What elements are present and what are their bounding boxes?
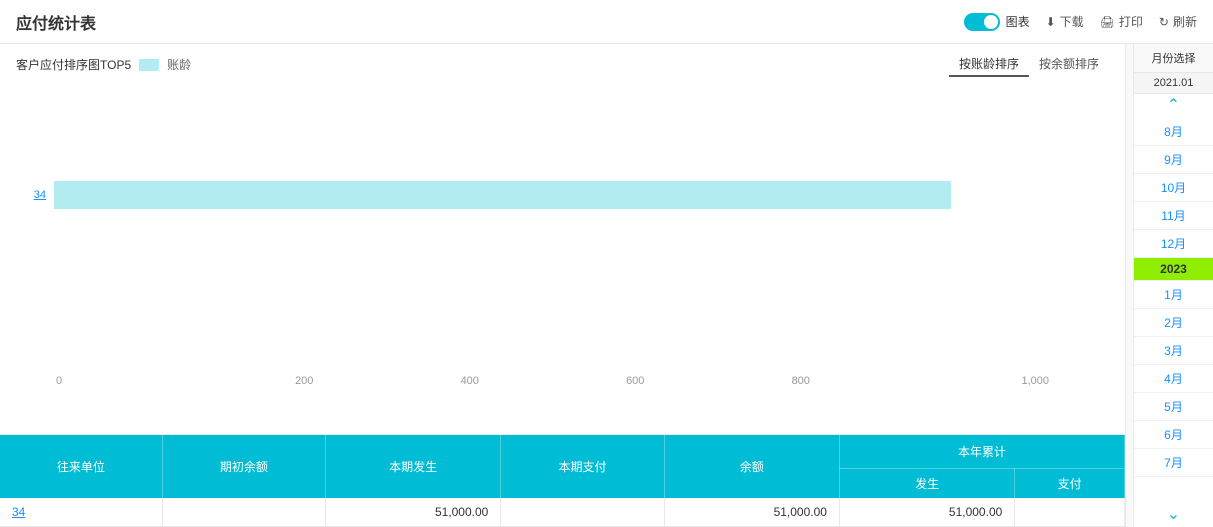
scroll-up-button[interactable]: ⌃ bbox=[1134, 94, 1213, 118]
print-button[interactable]: 🖨 打印 bbox=[1100, 13, 1143, 30]
sidebar-divider bbox=[1125, 44, 1133, 527]
refresh-button[interactable]: ↻ 刷新 bbox=[1159, 13, 1197, 30]
month-item[interactable]: 1月 bbox=[1134, 281, 1213, 309]
col-ytd-payment-header: 支付 bbox=[1015, 469, 1125, 499]
col-current-amount-header: 本期发生 bbox=[326, 435, 501, 498]
col-unit-header: 往来单位 bbox=[0, 435, 162, 498]
month-item[interactable]: 3月 bbox=[1134, 337, 1213, 365]
chart-header: 客户应付排序图TOP5 账龄 按账龄排序 按余额排序 bbox=[0, 44, 1125, 85]
sort-buttons: 按账龄排序 按余额排序 bbox=[949, 52, 1109, 77]
x-axis: 0 200 400 600 800 1,000 bbox=[16, 375, 1109, 387]
legend-main-label: 客户应付排序图TOP5 bbox=[16, 56, 131, 73]
table-header-row: 往来单位 期初余额 本期发生 本期支付 余额 本年累计 bbox=[0, 435, 1125, 469]
print-label: 打印 bbox=[1119, 13, 1143, 30]
cell-balance: 51,000.00 bbox=[664, 498, 839, 527]
col-balance-header: 余额 bbox=[664, 435, 839, 498]
cell-current-amount: 51,000.00 bbox=[326, 498, 501, 527]
table-section: 往来单位 期初余额 本期发生 本期支付 余额 本年累计 发生 支付 bbox=[0, 434, 1125, 527]
x-tick-800: 800 bbox=[718, 375, 884, 387]
download-button[interactable]: ⬇ 下载 bbox=[1046, 13, 1084, 30]
month-item[interactable]: 7月 bbox=[1134, 449, 1213, 477]
month-item[interactable]: 10月 bbox=[1134, 174, 1213, 202]
page-title: 应付统计表 bbox=[16, 10, 96, 34]
sort-by-balance-button[interactable]: 按余额排序 bbox=[1029, 52, 1109, 77]
sidebar: 月份选择 2021.01 ⌃ 8月9月10月11月12月20231月2月3月4月… bbox=[1133, 44, 1213, 527]
x-tick-600: 600 bbox=[553, 375, 719, 387]
month-item[interactable]: 8月 bbox=[1134, 118, 1213, 146]
sidebar-year-input[interactable]: 2021.01 bbox=[1134, 73, 1213, 94]
x-tick-0: 0 bbox=[56, 375, 222, 387]
month-item[interactable]: 5月 bbox=[1134, 393, 1213, 421]
refresh-icon: ↻ bbox=[1159, 15, 1169, 29]
chevron-down-icon: ⌄ bbox=[1167, 507, 1180, 523]
bar-container: 856天 bbox=[54, 181, 1109, 209]
sort-by-age-button[interactable]: 按账龄排序 bbox=[949, 52, 1029, 77]
legend-color-label: 账龄 bbox=[167, 56, 191, 73]
month-item[interactable]: 6月 bbox=[1134, 421, 1213, 449]
month-item[interactable]: 9月 bbox=[1134, 146, 1213, 174]
table-body: 34 51,000.00 51,000.00 51,000.00 bbox=[0, 498, 1125, 527]
chart-toggle-label: 图表 bbox=[1006, 13, 1030, 30]
bar-row-label[interactable]: 34 bbox=[16, 189, 46, 201]
col-ytd-amount-header: 发生 bbox=[839, 469, 1014, 499]
unit-link[interactable]: 34 bbox=[12, 505, 25, 519]
data-table: 往来单位 期初余额 本期发生 本期支付 余额 本年累计 发生 支付 bbox=[0, 435, 1125, 527]
month-item[interactable]: 4月 bbox=[1134, 365, 1213, 393]
chart-toggle-group[interactable]: 图表 bbox=[964, 13, 1030, 31]
scroll-down-button[interactable]: ⌄ bbox=[1134, 503, 1213, 527]
cell-opening bbox=[162, 498, 325, 527]
table-row: 34 51,000.00 51,000.00 51,000.00 bbox=[0, 498, 1125, 527]
month-item[interactable]: 2023 bbox=[1134, 258, 1213, 281]
month-item[interactable]: 11月 bbox=[1134, 202, 1213, 230]
cell-unit: 34 bbox=[0, 498, 162, 527]
cell-ytd-amount: 51,000.00 bbox=[839, 498, 1014, 527]
col-ytd-group-header: 本年累计 bbox=[839, 435, 1124, 469]
x-tick-1000: 1,000 bbox=[884, 375, 1050, 387]
chevron-up-icon: ⌃ bbox=[1167, 98, 1180, 114]
legend-color-box bbox=[139, 59, 159, 71]
col-opening-header: 期初余额 bbox=[162, 435, 325, 498]
refresh-label: 刷新 bbox=[1173, 13, 1197, 30]
chart-bar-row: 34 856天 bbox=[16, 175, 1109, 215]
bar-chart: 34 856天 0 200 400 600 800 bbox=[0, 85, 1125, 434]
cell-current-payment bbox=[501, 498, 664, 527]
x-tick-400: 400 bbox=[387, 375, 553, 387]
col-current-payment-header: 本期支付 bbox=[501, 435, 664, 498]
download-label: 下载 bbox=[1060, 13, 1084, 30]
month-item[interactable]: 12月 bbox=[1134, 230, 1213, 258]
table-wrapper: 往来单位 期初余额 本期发生 本期支付 余额 本年累计 发生 支付 bbox=[0, 435, 1125, 527]
print-icon: 🖨 bbox=[1100, 15, 1115, 29]
sidebar-months: 8月9月10月11月12月20231月2月3月4月5月6月7月 bbox=[1134, 118, 1213, 503]
bar-fill bbox=[54, 181, 951, 209]
chart-toggle-switch[interactable] bbox=[964, 13, 1000, 31]
x-tick-200: 200 bbox=[222, 375, 388, 387]
chart-legend: 客户应付排序图TOP5 账龄 bbox=[16, 56, 191, 73]
header-actions: 图表 ⬇ 下载 🖨 打印 ↻ 刷新 bbox=[964, 13, 1197, 31]
month-item[interactable]: 2月 bbox=[1134, 309, 1213, 337]
download-icon: ⬇ bbox=[1046, 15, 1056, 29]
sidebar-header-label: 月份选择 bbox=[1134, 44, 1213, 73]
cell-ytd-payment bbox=[1015, 498, 1125, 527]
